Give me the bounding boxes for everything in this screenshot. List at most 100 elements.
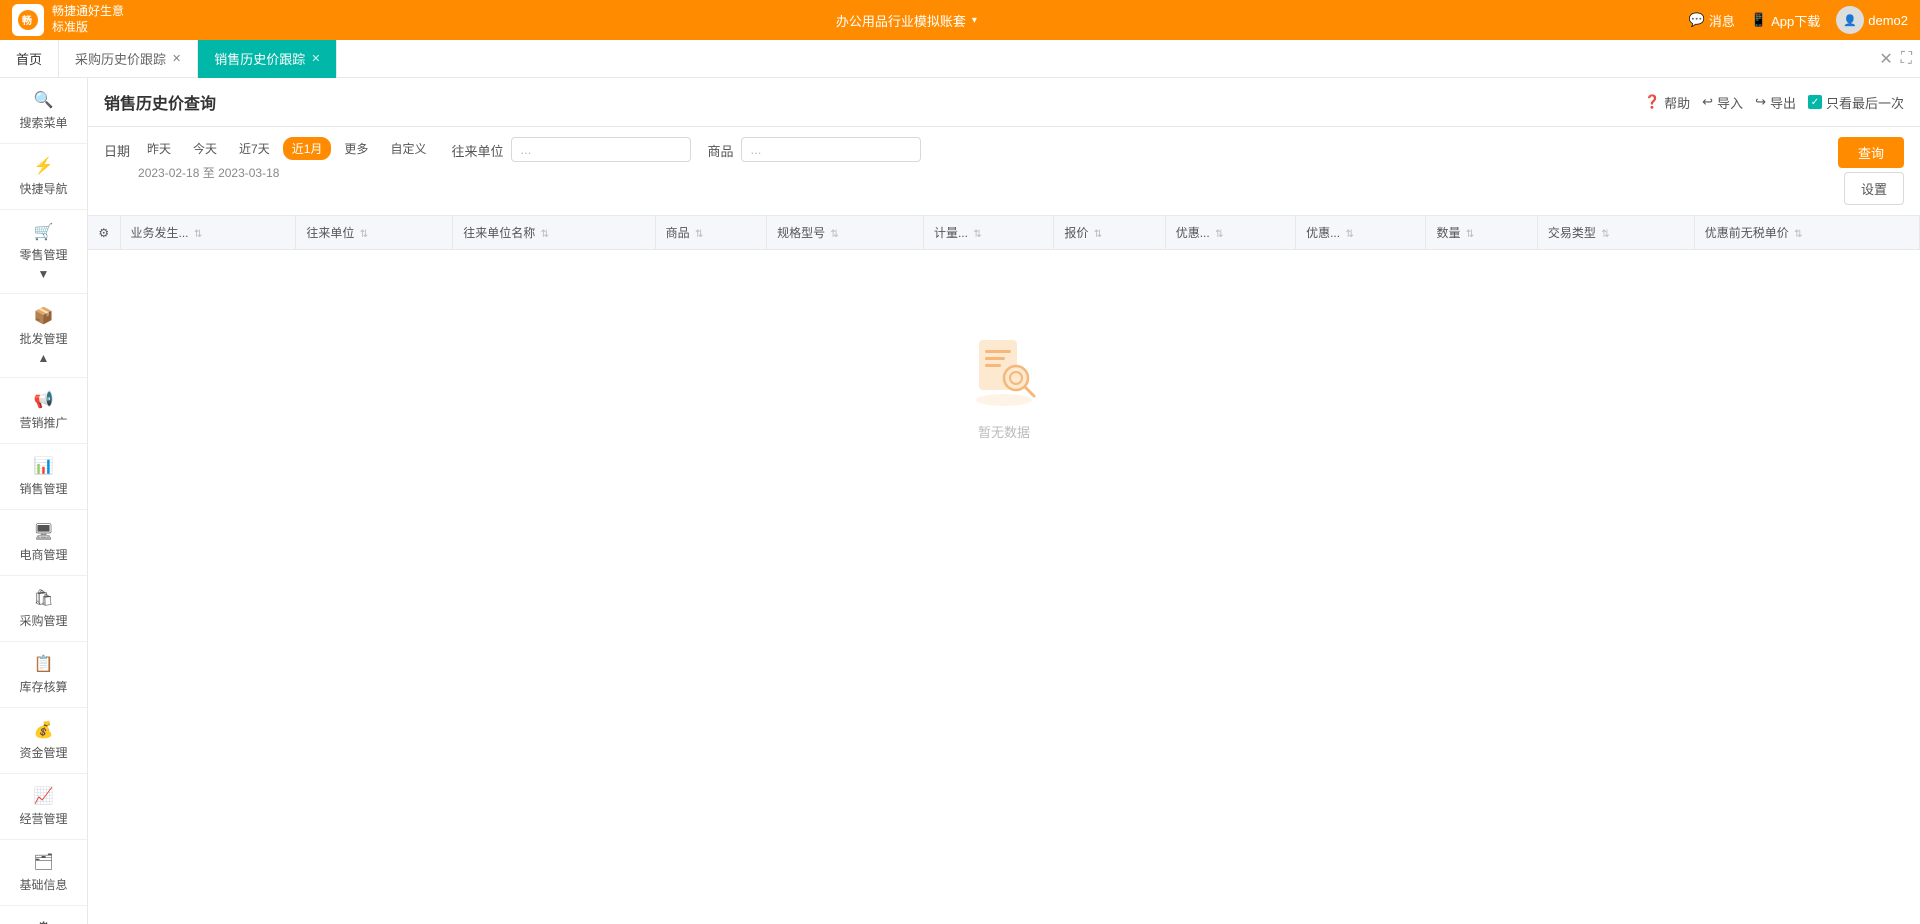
retail-icon: 🛒 [34,222,54,242]
col-biz-date[interactable]: 业务发生... ⇅ [120,216,296,250]
results-table: ⚙ 业务发生... ⇅ 往来单位 ⇅ 往来单位名称 ⇅ [88,216,1920,250]
system-icon: ⚙ [36,918,50,924]
sidebar-item-inventory[interactable]: 📋 库存核算 [0,642,87,708]
sidebar-item-basic-info[interactable]: 🗂 基础信息 [0,840,87,906]
help-icon: ❓ [1644,94,1660,110]
app-download-btn[interactable]: 📱 App下载 [1751,11,1820,30]
sidebar-item-sales-mgmt[interactable]: 📊 销售管理 [0,444,87,510]
date-btn-1month[interactable]: 近1月 [283,137,332,160]
purchase-history-label: 采购历史价跟踪 [75,49,166,68]
date-filter-group: 日期 昨天 今天 近7天 近1月 更多 自定义 2023-02-18 至 202… [104,137,435,181]
tab-home[interactable]: 首页 [0,40,59,78]
sidebar-label-retail: 零售管理 [19,246,67,263]
date-btn-today[interactable]: 今天 [184,137,226,160]
close-all-tabs-icon[interactable]: ✕ [1879,49,1892,69]
sort-partner-code-icon: ⇅ [360,229,368,240]
col-product[interactable]: 商品 ⇅ [655,216,766,250]
partner-placeholder: ... [520,142,531,157]
sidebar-label-ecommerce: 电商管理 [19,546,67,563]
col-spec[interactable]: 规格型号 ⇅ [767,216,924,250]
table-container: ⚙ 业务发生... ⇅ 往来单位 ⇅ 往来单位名称 ⇅ [88,216,1920,924]
sidebar-label-quicknav: 快捷导航 [19,180,67,197]
settings-button[interactable]: 设置 [1844,172,1904,205]
date-range-display: 2023-02-18 至 2023-03-18 [138,164,435,181]
sort-discount2-icon: ⇅ [1345,229,1353,240]
message-btn[interactable]: 💬 消息 [1689,11,1735,30]
purchase-icon: 🛍 [33,588,53,608]
date-btn-more[interactable]: 更多 [335,137,377,160]
sort-quantity-icon: ⇅ [1466,229,1474,240]
query-button[interactable]: 查询 [1838,137,1904,168]
sidebar-item-search[interactable]: 🔍 搜索菜单 [0,78,87,144]
product-placeholder: ... [750,142,761,157]
col-partner-name[interactable]: 往来单位名称 ⇅ [453,216,655,250]
col-pretax-price[interactable]: 优惠前无税单价 ⇅ [1694,216,1919,250]
export-action[interactable]: ↪ 导出 [1755,93,1796,112]
sidebar-label-purchase: 采购管理 [19,612,67,629]
partner-input[interactable]: ... [511,137,691,162]
sidebar-item-ecommerce[interactable]: 🖥 电商管理 [0,510,87,576]
sidebar: 🔍 搜索菜单 ⚡ 快捷导航 🛒 零售管理 ▼ 📦 批发管理 ▲ 📢 营销推广 📊… [0,78,88,924]
product-filter-group: 商品 ... [707,137,921,162]
user-avatar-btn[interactable]: 👤 demo2 [1836,6,1908,34]
only-last-checkbox[interactable]: ✓ [1808,95,1822,109]
sort-unit-icon: ⇅ [973,229,981,240]
topbar-left: 畅 畅捷通好生意 标准版 [12,4,124,36]
brand-text: 畅捷通好生意 标准版 [52,4,124,35]
inventory-icon: 📋 [34,654,54,674]
app-selector[interactable]: 办公用品行业模拟账套 ▾ [836,11,977,30]
sort-partner-name-icon: ⇅ [541,229,549,240]
col-settings[interactable]: ⚙ [88,216,120,250]
date-btn-yesterday[interactable]: 昨天 [138,137,180,160]
sort-trade-type-icon: ⇅ [1601,229,1609,240]
sidebar-label-finance: 资金管理 [19,744,67,761]
sidebar-item-finance[interactable]: 💰 资金管理 [0,708,87,774]
sidebar-item-quick-nav[interactable]: ⚡ 快捷导航 [0,144,87,210]
date-btn-7days[interactable]: 近7天 [230,137,279,160]
sort-pretax-price-icon: ⇅ [1794,229,1802,240]
close-sales-tab-icon[interactable]: ✕ [311,52,320,65]
only-last-checkbox-label[interactable]: ✓ 只看最后一次 [1808,93,1904,112]
topbar: 畅 畅捷通好生意 标准版 办公用品行业模拟账套 ▾ 💬 消息 📱 App下载 👤… [0,0,1920,40]
sidebar-label-sales-mgmt: 销售管理 [19,480,67,497]
date-filter-options: 昨天 今天 近7天 近1月 更多 自定义 2023-02-18 至 2023-0… [138,137,435,181]
sidebar-item-operations[interactable]: 📈 经营管理 [0,774,87,840]
empty-state-icon [964,330,1044,410]
sidebar-item-system[interactable]: ⚙ 系统管理 [0,906,87,924]
sort-quote-icon: ⇅ [1094,229,1102,240]
main-layout: 🔍 搜索菜单 ⚡ 快捷导航 🛒 零售管理 ▼ 📦 批发管理 ▲ 📢 营销推广 📊… [0,78,1920,924]
sidebar-item-purchase[interactable]: 🛍 采购管理 [0,576,87,642]
tab-sales-history[interactable]: 销售历史价跟踪 ✕ [198,40,337,78]
col-discount1[interactable]: 优惠... ⇅ [1165,216,1295,250]
product-filter-label: 商品 [707,137,733,160]
col-discount2[interactable]: 优惠... ⇅ [1296,216,1426,250]
tab-purchase-history[interactable]: 采购历史价跟踪 ✕ [59,40,198,78]
import-action[interactable]: ↩ 导入 [1702,93,1743,112]
col-quote[interactable]: 报价 ⇅ [1054,216,1165,250]
sidebar-item-marketing[interactable]: 📢 营销推广 [0,378,87,444]
sort-discount1-icon: ⇅ [1215,229,1223,240]
product-input[interactable]: ... [741,137,921,162]
col-quantity[interactable]: 数量 ⇅ [1426,216,1537,250]
sort-biz-date-icon: ⇅ [194,229,202,240]
col-partner-code[interactable]: 往来单位 ⇅ [296,216,453,250]
empty-state-text: 暂无数据 [978,422,1030,441]
table-header-row: ⚙ 业务发生... ⇅ 往来单位 ⇅ 往来单位名称 ⇅ [88,216,1920,250]
col-trade-type[interactable]: 交易类型 ⇅ [1537,216,1694,250]
quicknav-icon: ⚡ [34,156,54,176]
filter-right-actions: 查询 设置 [1838,137,1904,205]
operations-icon: 📈 [34,786,54,806]
finance-icon: 💰 [34,720,54,740]
col-unit[interactable]: 计量... ⇅ [923,216,1053,250]
help-action[interactable]: ❓ 帮助 [1644,93,1690,112]
date-btn-custom[interactable]: 自定义 [381,137,435,160]
download-icon: 📱 [1751,12,1767,28]
close-purchase-tab-icon[interactable]: ✕ [172,52,181,65]
tabbar: 首页 采购历史价跟踪 ✕ 销售历史价跟踪 ✕ ✕ ⛶ [0,40,1920,78]
sidebar-label-operations: 经营管理 [19,810,67,827]
sidebar-item-wholesale[interactable]: 📦 批发管理 ▲ [0,294,87,378]
empty-state: 暂无数据 [88,250,1920,521]
sidebar-item-retail[interactable]: 🛒 零售管理 ▼ [0,210,87,294]
filter-bar: 日期 昨天 今天 近7天 近1月 更多 自定义 2023-02-18 至 202… [88,127,1920,216]
maximize-icon[interactable]: ⛶ [1901,50,1912,68]
